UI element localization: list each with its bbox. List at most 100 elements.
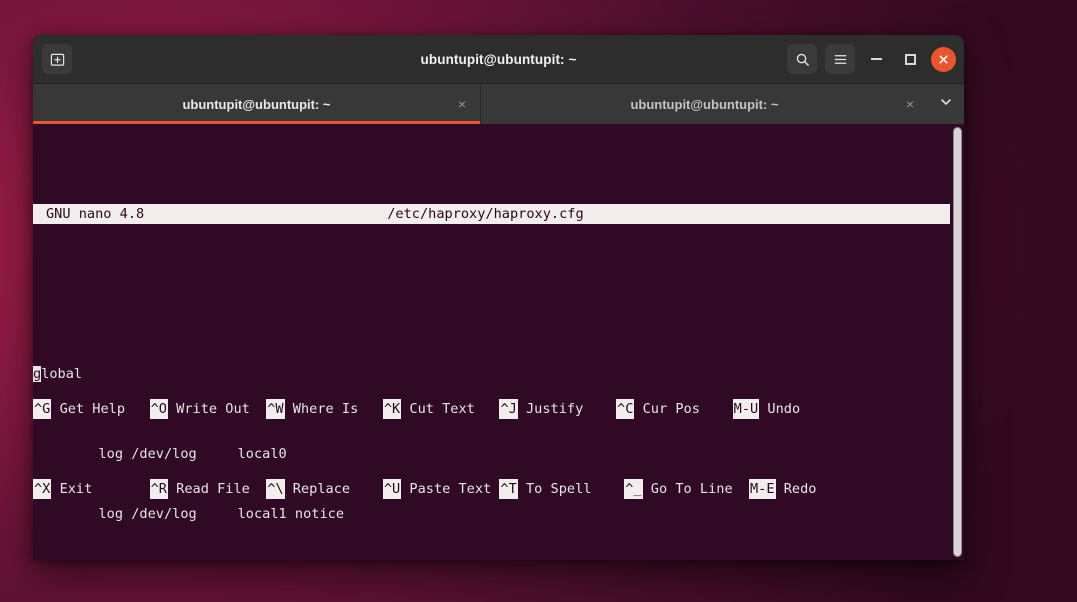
shortcut-label-text: Write Out [176, 401, 250, 417]
shortcut-redo[interactable]: M-E Redo [749, 479, 817, 499]
shortcut-key: M-U [732, 399, 760, 419]
shortcut-get-help[interactable]: ^G Get Help [33, 399, 125, 419]
shortcut-row-1: ^G Get Help ^O Write Out ^W Where Is ^K … [33, 399, 950, 419]
shortcut-label [634, 399, 642, 419]
tab-close-icon[interactable]: × [906, 97, 914, 111]
shortcut-label [285, 479, 293, 499]
shortcut-label-text: Paste Text [409, 481, 492, 497]
new-tab-icon [50, 52, 65, 67]
shortcut-row-2: ^X Exit ^R Read File ^\ Replace ^U Paste… [33, 479, 950, 499]
tab-0[interactable]: ubuntupit@ubuntupit: ~ × [33, 84, 480, 124]
shortcut-label [51, 479, 59, 499]
tab-close-icon[interactable]: × [458, 97, 466, 111]
tab-bar: ubuntupit@ubuntupit: ~ × ubuntupit@ubunt… [33, 84, 964, 124]
shortcut-key: ^\ [266, 479, 285, 499]
shortcut-key: ^K [382, 399, 402, 419]
shortcut-label-text: Cur Pos [642, 401, 700, 417]
terminal-window: ubuntupit@ubuntupit: ~ ubuntupit@ubuntup… [33, 35, 964, 560]
shortcut-key: ^U [382, 479, 402, 499]
shortcut-exit[interactable]: ^X Exit [33, 479, 92, 499]
shortcut-label [518, 479, 526, 499]
shortcut-to-spell[interactable]: ^T To Spell [499, 479, 591, 499]
hamburger-menu-icon [833, 52, 848, 67]
nano-shortcut-bar: ^G Get Help ^O Write Out ^W Where Is ^K … [33, 339, 950, 560]
shortcut-cut-text[interactable]: ^K Cut Text [382, 399, 475, 419]
shortcut-label-text: Go To Line [650, 481, 733, 497]
close-button[interactable] [931, 46, 956, 72]
shortcut-where-is[interactable]: ^W Where Is [266, 399, 358, 419]
shortcut-label [759, 399, 767, 419]
shortcut-label [168, 399, 176, 419]
shortcut-key: ^O [149, 399, 168, 419]
nano-editor[interactable]: GNU nano 4.8 /etc/haproxy/haproxy.cfg gl… [33, 124, 950, 560]
shortcut-key: ^_ [624, 479, 643, 499]
shortcut-justify[interactable]: ^J Justify [499, 399, 583, 419]
shortcut-key: ^T [499, 479, 518, 499]
window-titlebar: ubuntupit@ubuntupit: ~ [33, 35, 964, 84]
terminal-scrollbar[interactable] [950, 124, 964, 560]
shortcut-key: ^W [266, 399, 285, 419]
shortcut-label-text: Exit [59, 481, 93, 497]
terminal-body: GNU nano 4.8 /etc/haproxy/haproxy.cfg gl… [33, 124, 964, 560]
minimize-button[interactable] [863, 46, 889, 72]
shortcut-label [401, 479, 409, 499]
shortcut-key: ^G [33, 399, 52, 419]
menu-button[interactable] [825, 44, 855, 74]
shortcut-label [51, 399, 59, 419]
chevron-down-icon [939, 95, 953, 114]
shortcut-label-text: Undo [767, 401, 801, 417]
shortcut-label [643, 479, 651, 499]
new-tab-button[interactable] [42, 44, 72, 74]
tab-label: ubuntupit@ubuntupit: ~ [630, 96, 779, 112]
shortcut-label-text: Get Help [59, 401, 126, 417]
shortcut-label [518, 399, 526, 419]
nano-titlebar: GNU nano 4.8 /etc/haproxy/haproxy.cfg [33, 204, 950, 224]
shortcut-label-text: To Spell [525, 481, 592, 497]
scrollbar-thumb[interactable] [952, 127, 962, 557]
shortcut-paste-text[interactable]: ^U Paste Text [382, 479, 492, 499]
tab-1[interactable]: ubuntupit@ubuntupit: ~ × [480, 84, 928, 124]
shortcut-cur-pos[interactable]: ^C Cur Pos [616, 399, 700, 419]
shortcut-label-text: Justify [526, 401, 584, 417]
shortcut-label-text: Redo [783, 481, 817, 497]
close-icon [938, 54, 949, 65]
shortcut-label-text: Cut Text [409, 401, 475, 417]
shortcut-write-out[interactable]: ^O Write Out [149, 399, 250, 419]
shortcut-label [168, 479, 176, 499]
nano-filename: /etc/haproxy/haproxy.cfg [387, 206, 584, 222]
shortcut-label-text: Read File [176, 481, 250, 497]
shortcut-label [401, 399, 409, 419]
shortcut-read-file[interactable]: ^R Read File [149, 479, 250, 499]
shortcut-key: ^J [499, 399, 518, 419]
nano-version: GNU nano 4.8 [46, 206, 145, 222]
shortcut-key: ^X [33, 479, 52, 499]
maximize-icon [904, 53, 916, 65]
tab-list-dropdown-button[interactable] [928, 84, 964, 124]
shortcut-go-to-line[interactable]: ^_ Go To Line [624, 479, 733, 499]
shortcut-label [285, 399, 293, 419]
search-icon [795, 52, 810, 67]
shortcut-replace[interactable]: ^\ Replace [266, 479, 350, 499]
shortcut-key: ^C [616, 399, 635, 419]
shortcut-key: M-E [749, 479, 776, 499]
shortcut-undo[interactable]: M-U Undo [732, 399, 801, 419]
maximize-button[interactable] [897, 46, 923, 72]
shortcut-key: ^R [149, 479, 168, 499]
shortcut-label-text: Where Is [292, 401, 359, 417]
window-controls [787, 44, 956, 74]
shortcut-label-text: Replace [292, 481, 351, 497]
search-button[interactable] [787, 44, 817, 74]
shortcut-label [776, 479, 784, 499]
